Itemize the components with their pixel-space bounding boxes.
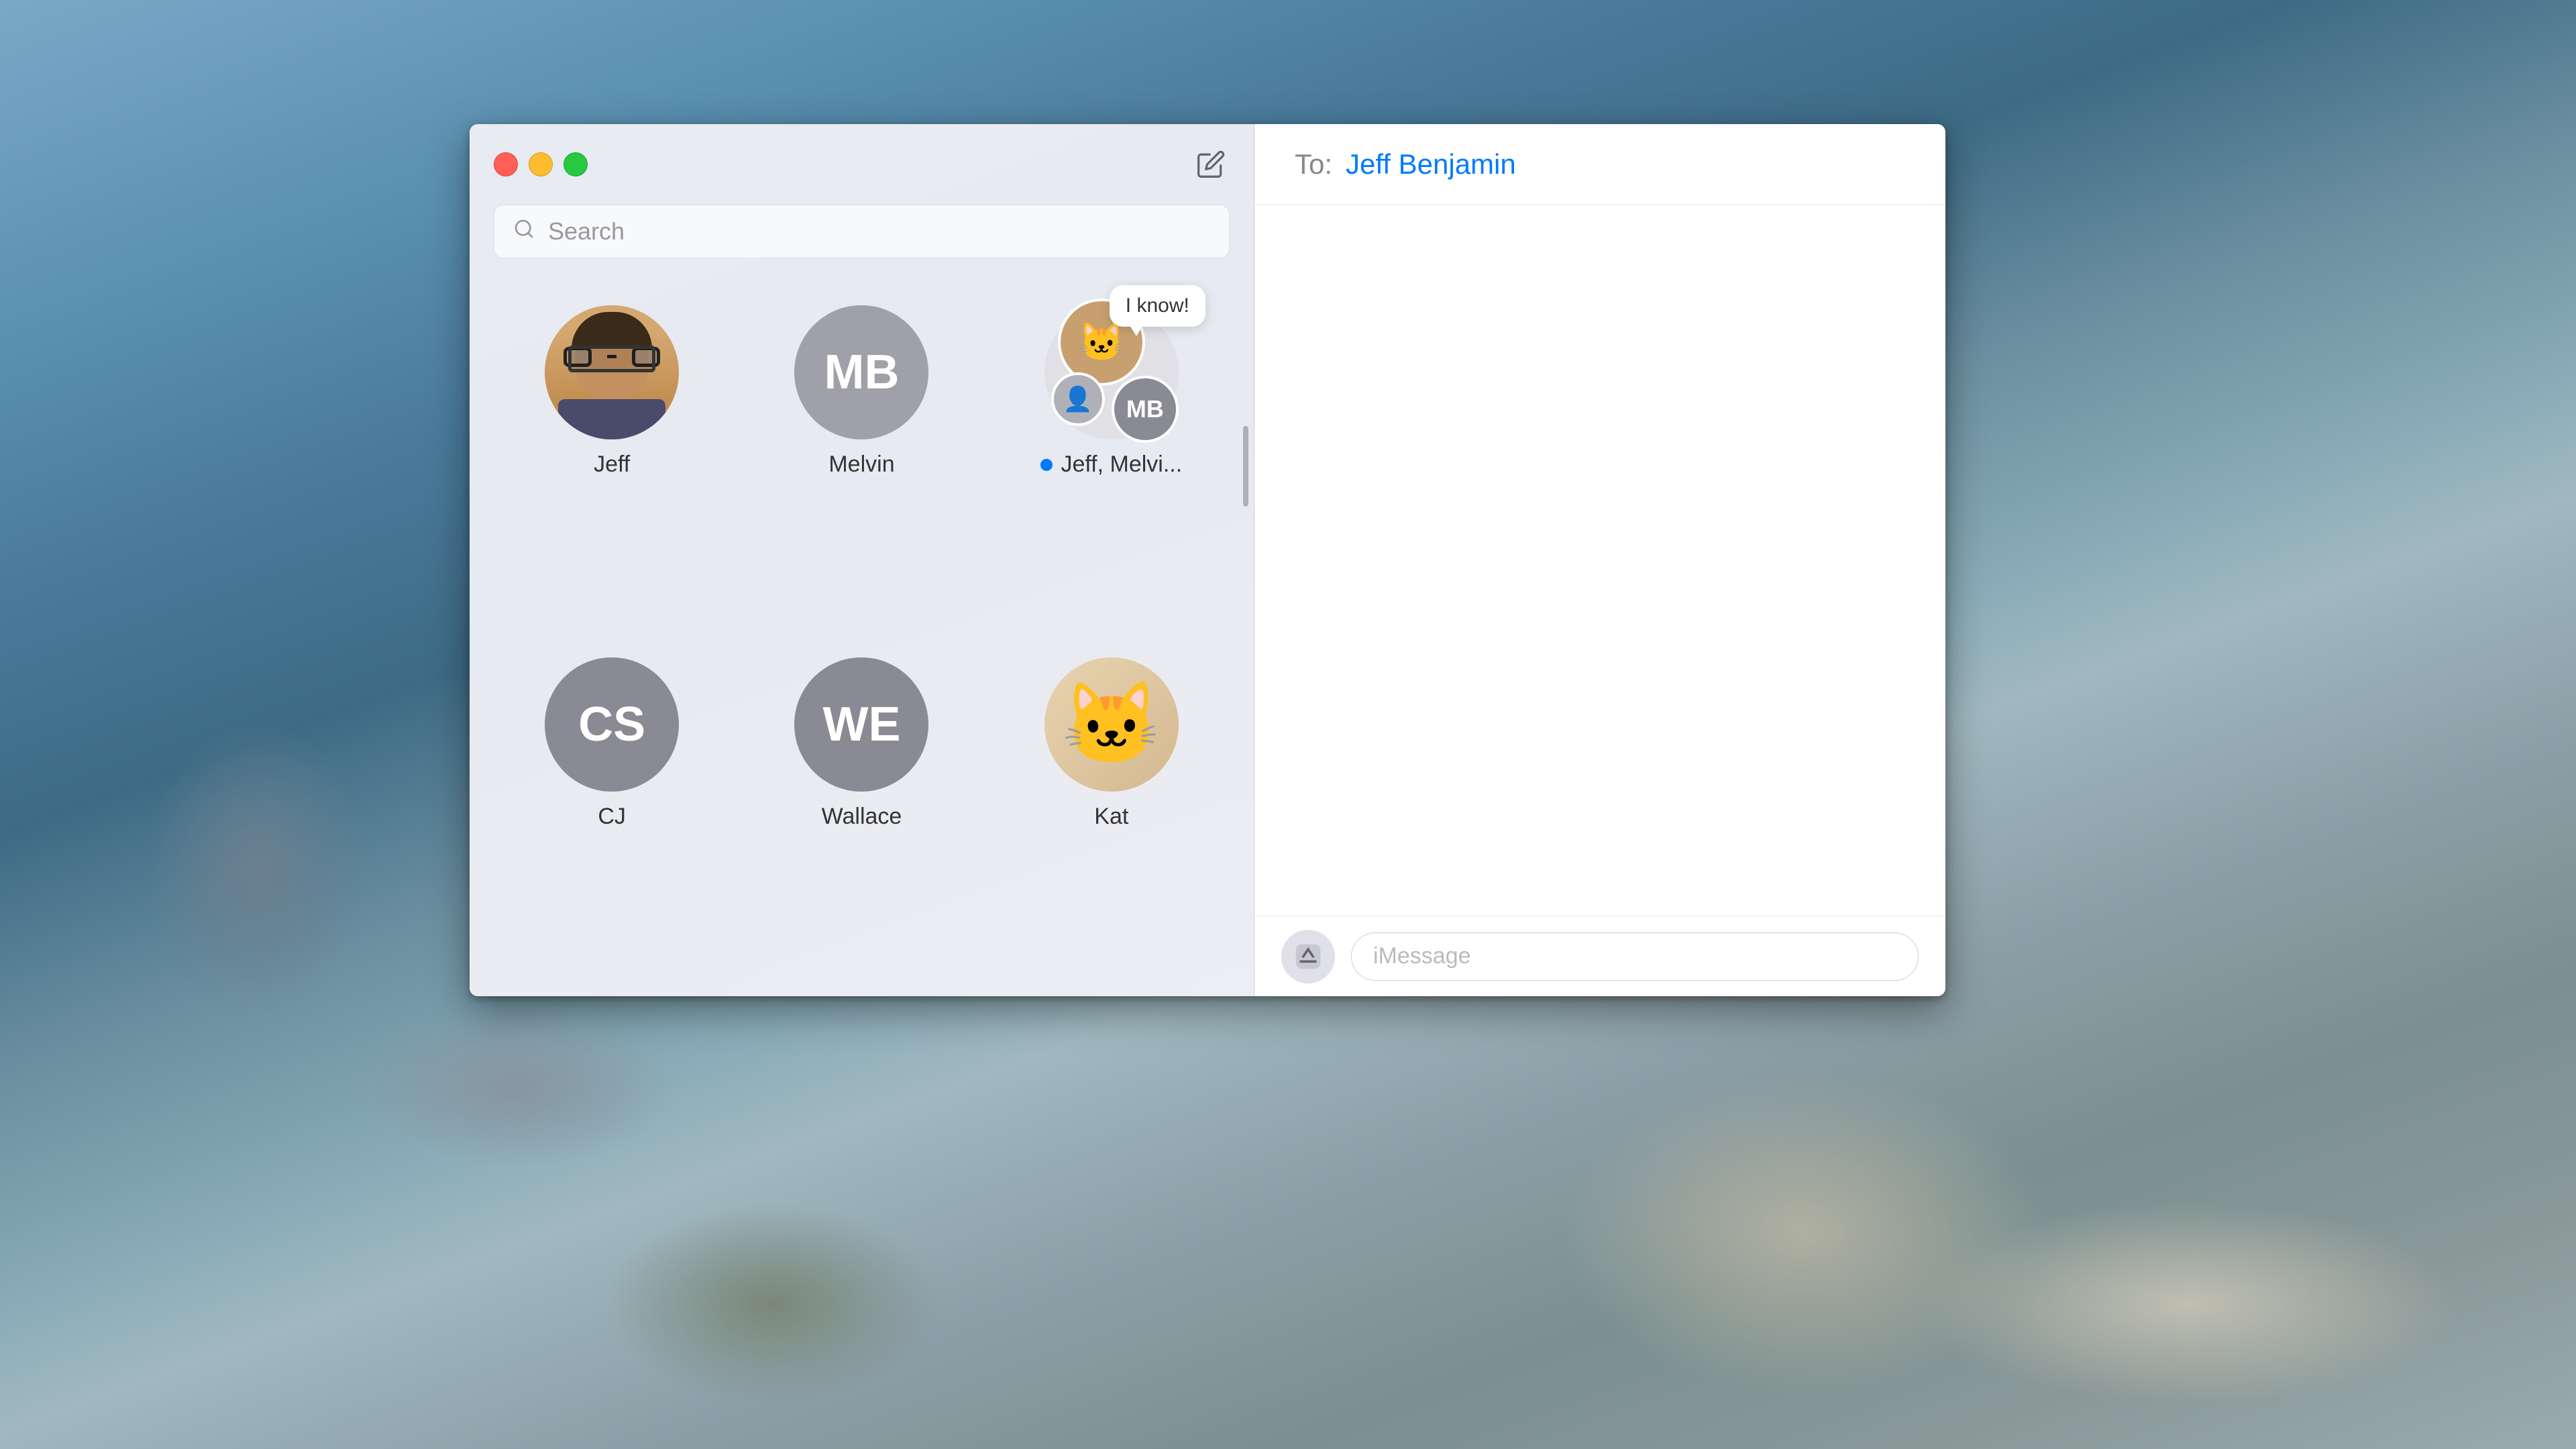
contact-jeff-melvi[interactable]: I know! 🐱 MB 👤 Jeff, Me — [994, 292, 1230, 631]
message-input-row: iMessage — [1254, 916, 1945, 996]
imessage-placeholder: iMessage — [1373, 943, 1471, 969]
app-store-button[interactable] — [1281, 930, 1335, 983]
titlebar — [470, 124, 1254, 205]
to-label: To: — [1295, 148, 1332, 180]
contact-wallace[interactable]: WE Wallace — [743, 644, 979, 983]
search-icon — [513, 218, 535, 245]
search-bar[interactable]: Search — [494, 205, 1230, 258]
speech-bubble: I know! — [1110, 285, 1205, 327]
messages-window: Search Jeff — [470, 124, 1945, 996]
contact-kat[interactable]: Kat — [994, 644, 1230, 983]
avatar-melvin: MB — [794, 305, 928, 439]
contact-name-jeff: Jeff — [594, 451, 630, 478]
traffic-lights — [494, 152, 588, 176]
maximize-button[interactable] — [564, 152, 588, 176]
contact-name-melvin: Melvin — [828, 451, 894, 478]
contact-name-kat: Kat — [1094, 804, 1128, 830]
recipient-name: Jeff Benjamin — [1346, 148, 1516, 180]
message-area — [1254, 205, 1945, 916]
avatar-jeff — [545, 305, 679, 439]
message-header: To: Jeff Benjamin — [1254, 124, 1945, 205]
imessage-input[interactable]: iMessage — [1351, 932, 1919, 981]
minimize-button[interactable] — [529, 152, 553, 176]
contact-name-group: Jeff, Melvi... — [1040, 451, 1182, 478]
unread-indicator — [1040, 459, 1053, 471]
avatar-cj: CS — [545, 657, 679, 792]
scrollbar-thumb — [1243, 426, 1248, 506]
contact-name-cj: CJ — [598, 804, 626, 830]
avatar-kat — [1044, 657, 1179, 792]
message-detail-panel: To: Jeff Benjamin iMessage — [1254, 124, 1945, 996]
contact-melvin[interactable]: MB Melvin — [743, 292, 979, 631]
compose-button[interactable] — [1192, 146, 1230, 183]
sub-avatar-mb: MB — [1112, 376, 1179, 443]
close-button[interactable] — [494, 152, 518, 176]
contacts-grid: Jeff MB Melvin I know! 🐱 — [470, 278, 1254, 996]
group-avatar-container: I know! 🐱 MB 👤 — [1044, 305, 1179, 439]
search-placeholder: Search — [548, 217, 625, 246]
contact-jeff[interactable]: Jeff — [494, 292, 730, 631]
contact-name-wallace: Wallace — [822, 804, 902, 830]
avatar-wallace: WE — [794, 657, 928, 792]
messages-list-panel: Search Jeff — [470, 124, 1254, 996]
contact-cj[interactable]: CS CJ — [494, 644, 730, 983]
sub-avatar-person: 👤 — [1051, 372, 1105, 426]
scrollbar[interactable] — [1243, 426, 1248, 969]
